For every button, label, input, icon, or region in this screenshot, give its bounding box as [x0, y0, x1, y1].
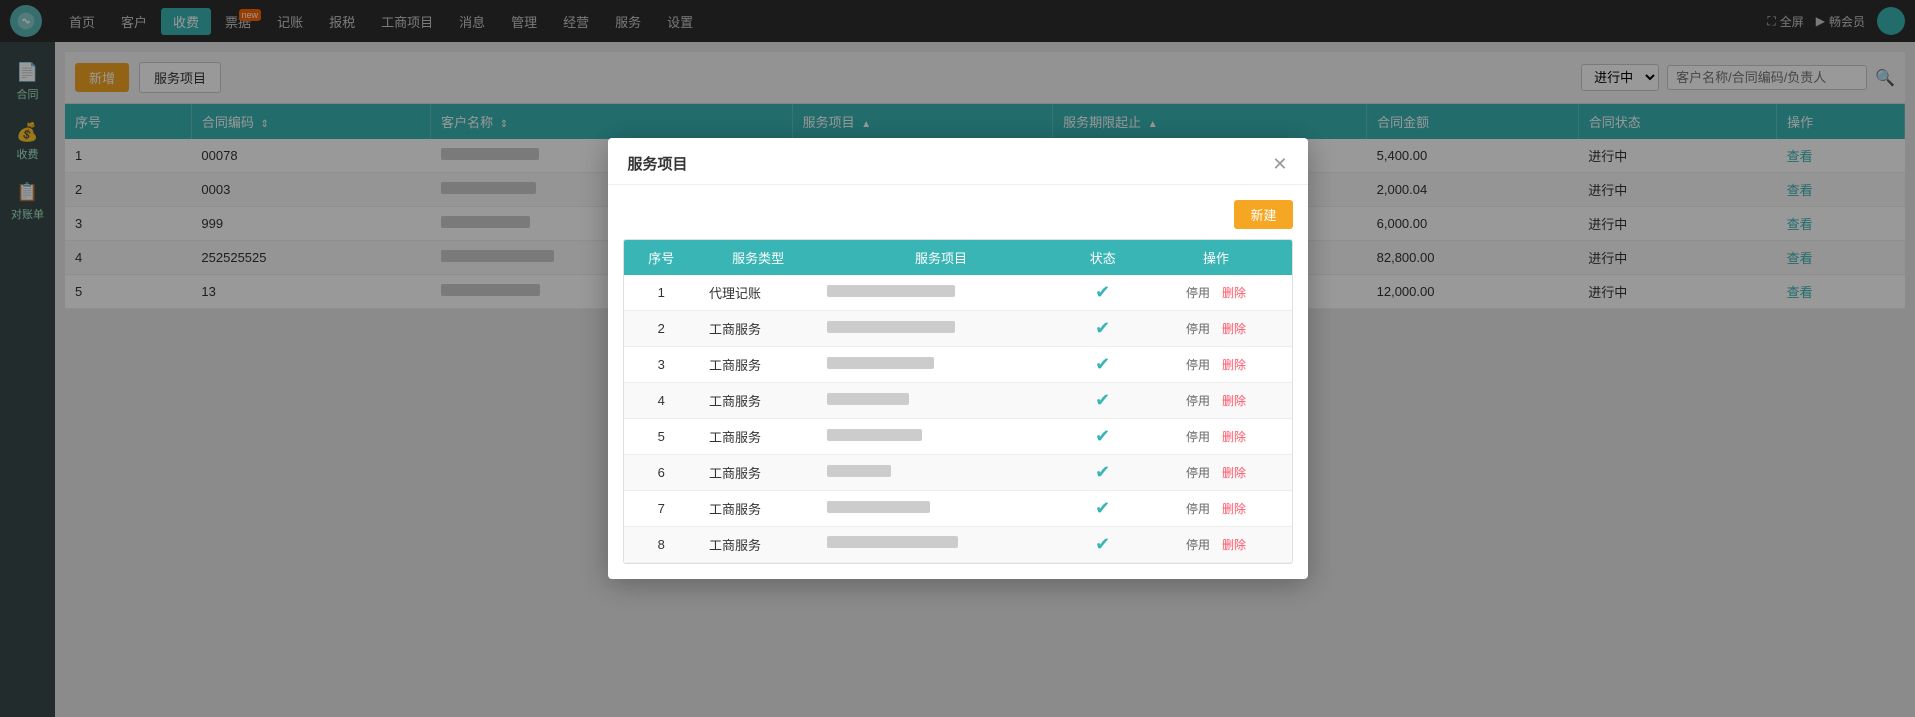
- delete-button[interactable]: 删除: [1216, 390, 1252, 411]
- service-seq: 6: [624, 455, 700, 491]
- modal-overlay: 服务项目 ✕ 新建 序号 服务类型 服务项目 状态 操作: [0, 0, 1915, 717]
- service-seq: 4: [624, 383, 700, 419]
- list-item: 2工商服务██ ✔ 停用删除: [624, 311, 1292, 347]
- scol-status: 状态: [1065, 240, 1141, 275]
- service-item-name: 注册: [817, 527, 1065, 563]
- service-item-name: ██: [817, 383, 1065, 419]
- status-check-icon: ✔: [1095, 498, 1110, 518]
- service-status: ✔: [1065, 347, 1141, 383]
- delete-button[interactable]: 删除: [1216, 318, 1252, 339]
- delete-button[interactable]: 删除: [1216, 462, 1252, 483]
- delete-button[interactable]: 删除: [1216, 426, 1252, 447]
- dialog-close-button[interactable]: ✕: [1272, 155, 1287, 173]
- list-item: 6工商服务██ ✔ 停用删除: [624, 455, 1292, 491]
- stop-button[interactable]: 停用: [1180, 354, 1216, 375]
- service-type: 工商服务: [699, 311, 817, 347]
- service-seq: 2: [624, 311, 700, 347]
- service-seq: 8: [624, 527, 700, 563]
- service-type: 工商服务: [699, 347, 817, 383]
- service-table-header: 序号 服务类型 服务项目 状态 操作: [624, 240, 1292, 275]
- status-check-icon: ✔: [1095, 282, 1110, 302]
- status-check-icon: ✔: [1095, 390, 1110, 410]
- delete-button[interactable]: 删除: [1216, 498, 1252, 519]
- scol-seq: 序号: [624, 240, 700, 275]
- stop-button[interactable]: 停用: [1180, 462, 1216, 483]
- status-check-icon: ✔: [1095, 462, 1110, 482]
- service-item-name: 1: [817, 275, 1065, 311]
- status-check-icon: ✔: [1095, 426, 1110, 446]
- service-ops: 停用删除: [1140, 383, 1291, 419]
- service-status: ✔: [1065, 419, 1141, 455]
- service-item-name: ██: [817, 419, 1065, 455]
- service-seq: 1: [624, 275, 700, 311]
- stop-button[interactable]: 停用: [1180, 498, 1216, 519]
- service-status: ✔: [1065, 311, 1141, 347]
- service-status: ✔: [1065, 455, 1141, 491]
- service-status: ✔: [1065, 275, 1141, 311]
- service-item-name: ██: [817, 347, 1065, 383]
- list-item: 4工商服务██ ✔ 停用删除: [624, 383, 1292, 419]
- service-ops: 停用删除: [1140, 491, 1291, 527]
- stop-button[interactable]: 停用: [1180, 390, 1216, 411]
- service-table: 序号 服务类型 服务项目 状态 操作 1代理记账1✔停用删除2工商服务██✔停用…: [624, 240, 1292, 563]
- stop-button[interactable]: 停用: [1180, 318, 1216, 339]
- service-seq: 3: [624, 347, 700, 383]
- service-ops: 停用删除: [1140, 275, 1291, 311]
- service-type: 工商服务: [699, 491, 817, 527]
- scol-action: 操作: [1140, 240, 1291, 275]
- delete-button[interactable]: 删除: [1216, 534, 1252, 555]
- stop-button[interactable]: 停用: [1180, 534, 1216, 555]
- status-check-icon: ✔: [1095, 354, 1110, 374]
- new-service-button[interactable]: 新建: [1234, 200, 1292, 229]
- service-ops: 停用删除: [1140, 347, 1291, 383]
- delete-button[interactable]: 删除: [1216, 354, 1252, 375]
- list-item: 8工商服务注册 ✔ 停用删除: [624, 527, 1292, 563]
- service-ops: 停用删除: [1140, 311, 1291, 347]
- dialog-title: 服务项目: [628, 153, 688, 174]
- scol-type: 服务类型: [699, 240, 817, 275]
- service-status: ✔: [1065, 527, 1141, 563]
- stop-button[interactable]: 停用: [1180, 282, 1216, 303]
- list-item: 1代理记账1 ✔ 停用删除: [624, 275, 1292, 311]
- service-type: 工商服务: [699, 419, 817, 455]
- service-seq: 7: [624, 491, 700, 527]
- dialog-header: 服务项目 ✕: [608, 138, 1308, 185]
- service-type: 工商服务: [699, 383, 817, 419]
- dialog-body: 新建 序号 服务类型 服务项目 状态 操作 1代理记账1✔停用删除2工商服务: [608, 185, 1308, 579]
- service-item-name: ██: [817, 455, 1065, 491]
- list-item: 7工商服务██ ✔ 停用删除: [624, 491, 1292, 527]
- service-dialog: 服务项目 ✕ 新建 序号 服务类型 服务项目 状态 操作: [608, 138, 1308, 579]
- service-type: 工商服务: [699, 455, 817, 491]
- status-check-icon: ✔: [1095, 534, 1110, 554]
- service-seq: 5: [624, 419, 700, 455]
- status-check-icon: ✔: [1095, 318, 1110, 338]
- service-status: ✔: [1065, 383, 1141, 419]
- list-item: 5工商服务██ ✔ 停用删除: [624, 419, 1292, 455]
- stop-button[interactable]: 停用: [1180, 426, 1216, 447]
- service-table-wrap: 序号 服务类型 服务项目 状态 操作 1代理记账1✔停用删除2工商服务██✔停用…: [623, 239, 1293, 564]
- service-type: 代理记账: [699, 275, 817, 311]
- scol-item: 服务项目: [817, 240, 1065, 275]
- service-status: ✔: [1065, 491, 1141, 527]
- service-ops: 停用删除: [1140, 527, 1291, 563]
- delete-button[interactable]: 删除: [1216, 282, 1252, 303]
- service-type: 工商服务: [699, 527, 817, 563]
- dialog-toolbar: 新建: [623, 200, 1293, 229]
- service-item-name: ██: [817, 311, 1065, 347]
- service-ops: 停用删除: [1140, 455, 1291, 491]
- service-ops: 停用删除: [1140, 419, 1291, 455]
- service-item-name: ██: [817, 491, 1065, 527]
- service-table-body: 1代理记账1✔停用删除2工商服务██✔停用删除3工商服务██✔停用删除4工商服务…: [624, 275, 1292, 563]
- list-item: 3工商服务██ ✔ 停用删除: [624, 347, 1292, 383]
